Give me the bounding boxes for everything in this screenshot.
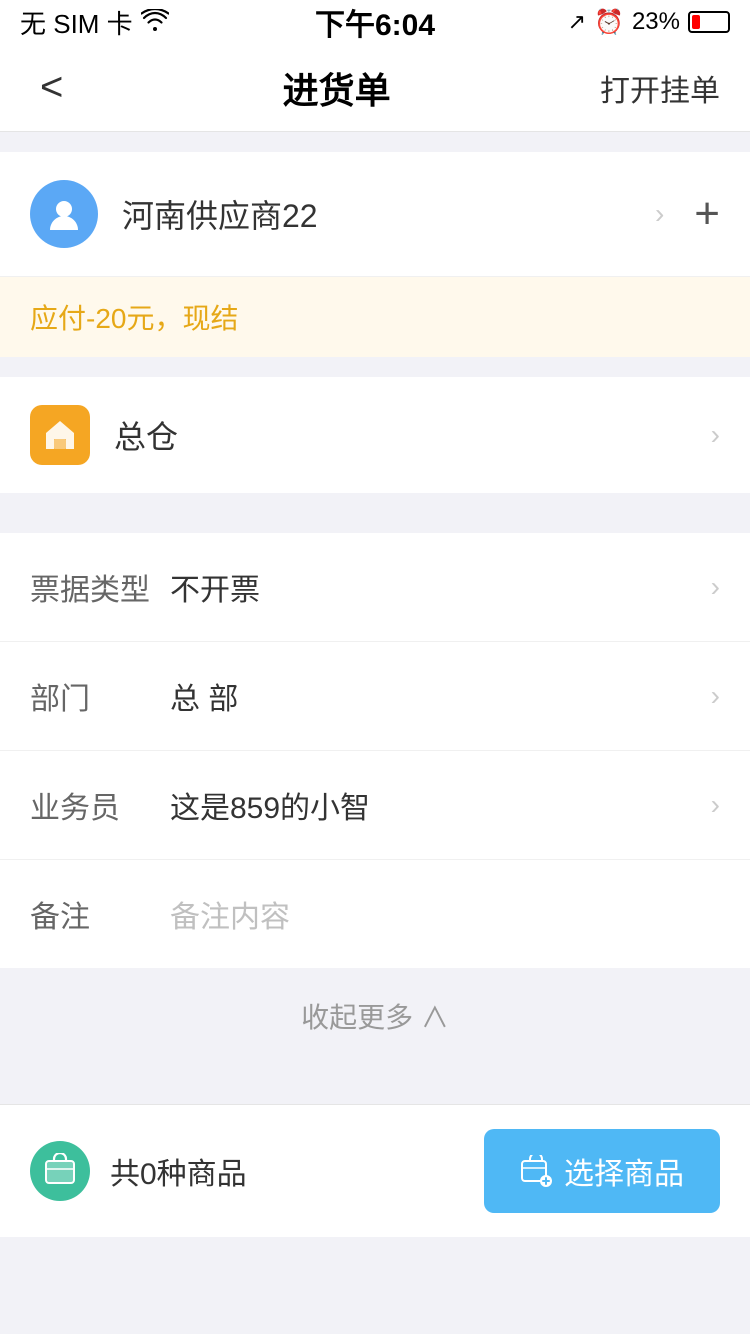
supplier-row[interactable]: 河南供应商22 › +	[0, 152, 750, 277]
warehouse-icon	[30, 405, 90, 465]
department-label: 部门	[30, 674, 170, 718]
invoice-value: 不开票	[170, 565, 711, 609]
invoice-label: 票据类型	[30, 565, 170, 609]
collapse-label: 收起更多 ∧	[301, 996, 449, 1036]
salesman-value: 这是859的小智	[170, 783, 711, 827]
add-supplier-button[interactable]: +	[694, 192, 720, 236]
divider-top	[0, 132, 750, 152]
department-row[interactable]: 部门 总 部 ›	[0, 642, 750, 751]
divider-form-top	[0, 493, 750, 513]
notice-banner: 应付-20元，现结	[0, 277, 750, 357]
warehouse-name: 总仓	[114, 412, 711, 458]
bottom-bar: 共0种商品 选择商品	[0, 1104, 750, 1237]
divider-bottom	[0, 1064, 750, 1084]
collapse-row[interactable]: 收起更多 ∧	[0, 968, 750, 1064]
salesman-arrow-icon: ›	[711, 789, 720, 821]
nav-bar: < 进货单 打开挂单	[0, 44, 750, 132]
remark-row[interactable]: 备注 备注内容	[0, 860, 750, 968]
supplier-arrow-icon: ›	[655, 198, 664, 230]
carrier-label: 无 SIM 卡	[20, 4, 133, 41]
department-value: 总 部	[170, 674, 711, 718]
warehouse-arrow-icon: ›	[711, 419, 720, 451]
supplier-name: 河南供应商22	[122, 191, 655, 237]
product-count: 共0种商品	[110, 1149, 484, 1193]
invoice-row[interactable]: 票据类型 不开票 ›	[0, 533, 750, 642]
page-title: 进货单	[283, 62, 391, 114]
remark-input[interactable]: 备注内容	[170, 892, 720, 936]
invoice-arrow-icon: ›	[711, 571, 720, 603]
status-left: 无 SIM 卡	[20, 4, 169, 41]
select-product-button[interactable]: 选择商品	[484, 1129, 720, 1213]
form-section: 票据类型 不开票 › 部门 总 部 › 业务员 这是859的小智 › 备注 备注…	[0, 533, 750, 968]
notice-text: 应付-20元，现结	[30, 303, 238, 334]
status-right: ↗ ⏰ 23%	[568, 8, 730, 37]
back-button[interactable]: <	[30, 55, 73, 120]
status-bar: 无 SIM 卡 下午6:04 ↗ ⏰ 23%	[0, 0, 750, 44]
alarm-icon: ⏰	[594, 8, 624, 37]
product-icon	[30, 1141, 90, 1201]
salesman-row[interactable]: 业务员 这是859的小智 ›	[0, 751, 750, 860]
select-product-label: 选择商品	[564, 1149, 684, 1193]
battery-icon	[688, 11, 730, 33]
wifi-icon	[141, 6, 169, 38]
remark-label: 备注	[30, 892, 170, 936]
open-hang-button[interactable]: 打开挂单	[600, 66, 720, 110]
department-arrow-icon: ›	[711, 680, 720, 712]
warehouse-row[interactable]: 总仓 ›	[0, 377, 750, 493]
divider-mid	[0, 357, 750, 377]
supplier-avatar	[30, 180, 98, 248]
battery-percent: 23%	[632, 8, 680, 36]
salesman-label: 业务员	[30, 783, 170, 827]
select-product-icon	[520, 1155, 552, 1187]
status-time: 下午6:04	[315, 0, 435, 44]
location-icon: ↗	[568, 9, 586, 35]
supplier-section: 河南供应商22 › + 应付-20元，现结	[0, 152, 750, 357]
